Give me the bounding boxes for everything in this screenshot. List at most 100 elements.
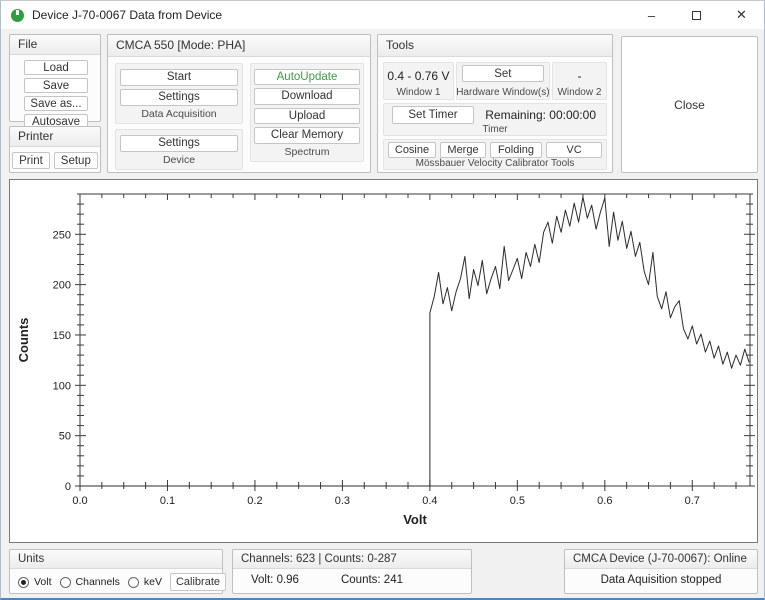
window1-caption: Window 1: [396, 87, 441, 98]
svg-text:0.6: 0.6: [597, 495, 612, 507]
tools-group-body: 0.4 - 0.76 V Window 1 Set Hardware Windo…: [378, 57, 612, 175]
tools-group-title: Tools: [378, 35, 612, 57]
save-button[interactable]: Save: [24, 78, 88, 93]
spectrum-chart-panel: 0.0 0.1 0.2 0.3 0.4 0.5 0.6 0.7 0 50 100 150 200 250 C…: [9, 179, 758, 543]
window1-value: 0.4 - 0.76 V: [387, 68, 450, 83]
window2-value: -: [577, 68, 582, 83]
minimize-icon[interactable]: –: [629, 1, 674, 29]
svg-text:0.5: 0.5: [510, 495, 525, 507]
close-icon[interactable]: ✕: [719, 1, 764, 29]
tools-group: Tools 0.4 - 0.76 V Window 1 Set Hardware…: [377, 34, 613, 173]
clear-memory-button[interactable]: Clear Memory: [254, 127, 360, 144]
data-acquisition-caption: Data Acquisition: [141, 108, 217, 120]
channels-radio[interactable]: [59, 576, 71, 588]
window2-caption: Window 2: [557, 87, 602, 98]
hardware-windows-panel: Set Hardware Window(s): [455, 62, 550, 100]
file-group: File Load Save Save as... Autosave: [9, 34, 101, 129]
cursor-counts-value: Counts: 241: [340, 574, 403, 586]
setup-button[interactable]: Setup: [53, 152, 98, 169]
start-button[interactable]: Start: [120, 68, 238, 86]
svg-text:0: 0: [65, 481, 71, 493]
maximize-glyph: [692, 10, 701, 20]
svg-text:0.2: 0.2: [247, 495, 262, 507]
device-status-body: Data Aquisition stopped: [600, 574, 722, 586]
file-group-title: File: [10, 35, 100, 55]
printer-group-body: Print Setup: [10, 147, 100, 174]
title-bar: Device J-70-0067 Data from Device – ✕: [1, 1, 764, 29]
timer-panel: Set Timer Remaining: 00:00:00 Timer: [383, 103, 607, 136]
data-acquisition-panel: Start Settings Data Acquisition: [115, 63, 243, 124]
window-title: Device J-70-0067 Data from Device: [32, 8, 223, 22]
cursor-volt-value: Volt: 0.96: [251, 574, 299, 586]
windows-row: 0.4 - 0.76 V Window 1 Set Hardware Windo…: [383, 62, 607, 100]
svg-text:200: 200: [53, 280, 71, 292]
svg-text:Counts: Counts: [16, 318, 31, 363]
set-timer-button[interactable]: Set Timer: [392, 106, 474, 124]
hardware-windows-caption: Hardware Window(s): [456, 87, 550, 98]
maximize-icon[interactable]: [674, 1, 719, 29]
calibrator-caption: Mössbauer Velocity Calibrator Tools: [415, 158, 575, 169]
set-hardware-window-button[interactable]: Set: [461, 65, 544, 82]
cmca-group-title: CMCA 550 [Mode: PHA]: [108, 35, 370, 57]
kev-radio-label: keV: [143, 576, 162, 588]
save-as-button[interactable]: Save as...: [24, 96, 88, 111]
printer-group-title: Printer: [10, 127, 100, 147]
device-status-box: CMCA Device (J-70-0067): Online Data Aqu…: [564, 549, 758, 594]
channels-radio-label: Channels: [75, 576, 120, 588]
file-group-body: Load Save Save as... Autosave: [10, 55, 100, 133]
upload-button[interactable]: Upload: [254, 107, 360, 124]
spectrum-chart[interactable]: 0.0 0.1 0.2 0.3 0.4 0.5 0.6 0.7 0 50 100 150 200 250 C…: [10, 180, 757, 542]
load-button[interactable]: Load: [24, 60, 88, 75]
svg-text:0.1: 0.1: [160, 495, 175, 507]
merge-button[interactable]: Merge: [440, 142, 486, 158]
units-group: Units Volt Channels keV Calibrate: [9, 549, 227, 594]
svg-text:150: 150: [53, 330, 71, 342]
svg-text:250: 250: [53, 229, 71, 241]
window2-panel: - Window 2: [551, 62, 607, 100]
units-group-title: Units: [10, 550, 222, 569]
print-button[interactable]: Print: [12, 152, 50, 169]
device-panel: Settings Device: [115, 129, 243, 170]
timer-row: Set Timer Remaining: 00:00:00: [388, 106, 602, 124]
svg-text:100: 100: [53, 380, 71, 392]
channels-status-box: Channels: 623 | Counts: 0-287 Volt: 0.96…: [232, 549, 472, 594]
autoupdate-button[interactable]: AutoUpdate: [254, 68, 360, 85]
svg-text:50: 50: [59, 431, 71, 443]
device-settings-button[interactable]: Settings: [120, 134, 238, 152]
svg-text:0.3: 0.3: [335, 495, 350, 507]
close-button-label: Close: [674, 97, 705, 112]
folding-button[interactable]: Folding: [490, 142, 542, 158]
app-window: Device J-70-0067 Data from Device – ✕ Fi…: [0, 0, 765, 600]
timer-caption: Timer: [482, 124, 508, 135]
kev-radio[interactable]: [127, 576, 139, 588]
vc-button[interactable]: VC: [546, 142, 602, 158]
download-button[interactable]: Download: [254, 88, 360, 105]
volt-radio-label: Volt: [34, 576, 52, 588]
cmca-group-body: Start Settings Data Acquisition Settings…: [108, 57, 370, 170]
spectrum-panel: AutoUpdate Download Upload Clear Memory …: [250, 63, 364, 162]
units-group-body: Volt Channels keV Calibrate: [10, 569, 227, 591]
volt-radio[interactable]: [18, 576, 29, 588]
acquisition-settings-button[interactable]: Settings: [120, 88, 238, 106]
cmca-left-column: Start Settings Data Acquisition Settings…: [115, 63, 243, 170]
svg-text:0.0: 0.0: [72, 495, 87, 507]
svg-text:Volt: Volt: [403, 512, 427, 527]
timer-remaining: Remaining: 00:00:00: [485, 108, 596, 122]
printer-group: Printer Print Setup: [9, 126, 101, 173]
cosine-button[interactable]: Cosine: [388, 142, 436, 158]
spectrum-caption: Spectrum: [284, 146, 330, 158]
channels-status-body: Volt: 0.96 Counts: 241: [233, 569, 471, 586]
window-controls: – ✕: [629, 1, 764, 29]
cmca-group: CMCA 550 [Mode: PHA] Start Settings Data…: [107, 34, 371, 173]
app-icon: [11, 8, 24, 22]
channels-status-header: Channels: 623 | Counts: 0-287: [233, 550, 471, 569]
svg-text:0.7: 0.7: [685, 495, 700, 507]
calibrate-button[interactable]: Calibrate: [169, 573, 227, 591]
device-caption: Device: [162, 154, 196, 166]
calibrator-buttons-row: Cosine Merge Folding VC: [388, 142, 602, 158]
svg-text:0.4: 0.4: [422, 495, 437, 507]
calibrator-panel: Cosine Merge Folding VC Mössbauer Veloci…: [383, 139, 607, 170]
close-button[interactable]: Close: [621, 36, 758, 173]
window1-panel: 0.4 - 0.76 V Window 1: [383, 62, 454, 100]
device-status-header: CMCA Device (J-70-0067): Online: [565, 550, 757, 569]
